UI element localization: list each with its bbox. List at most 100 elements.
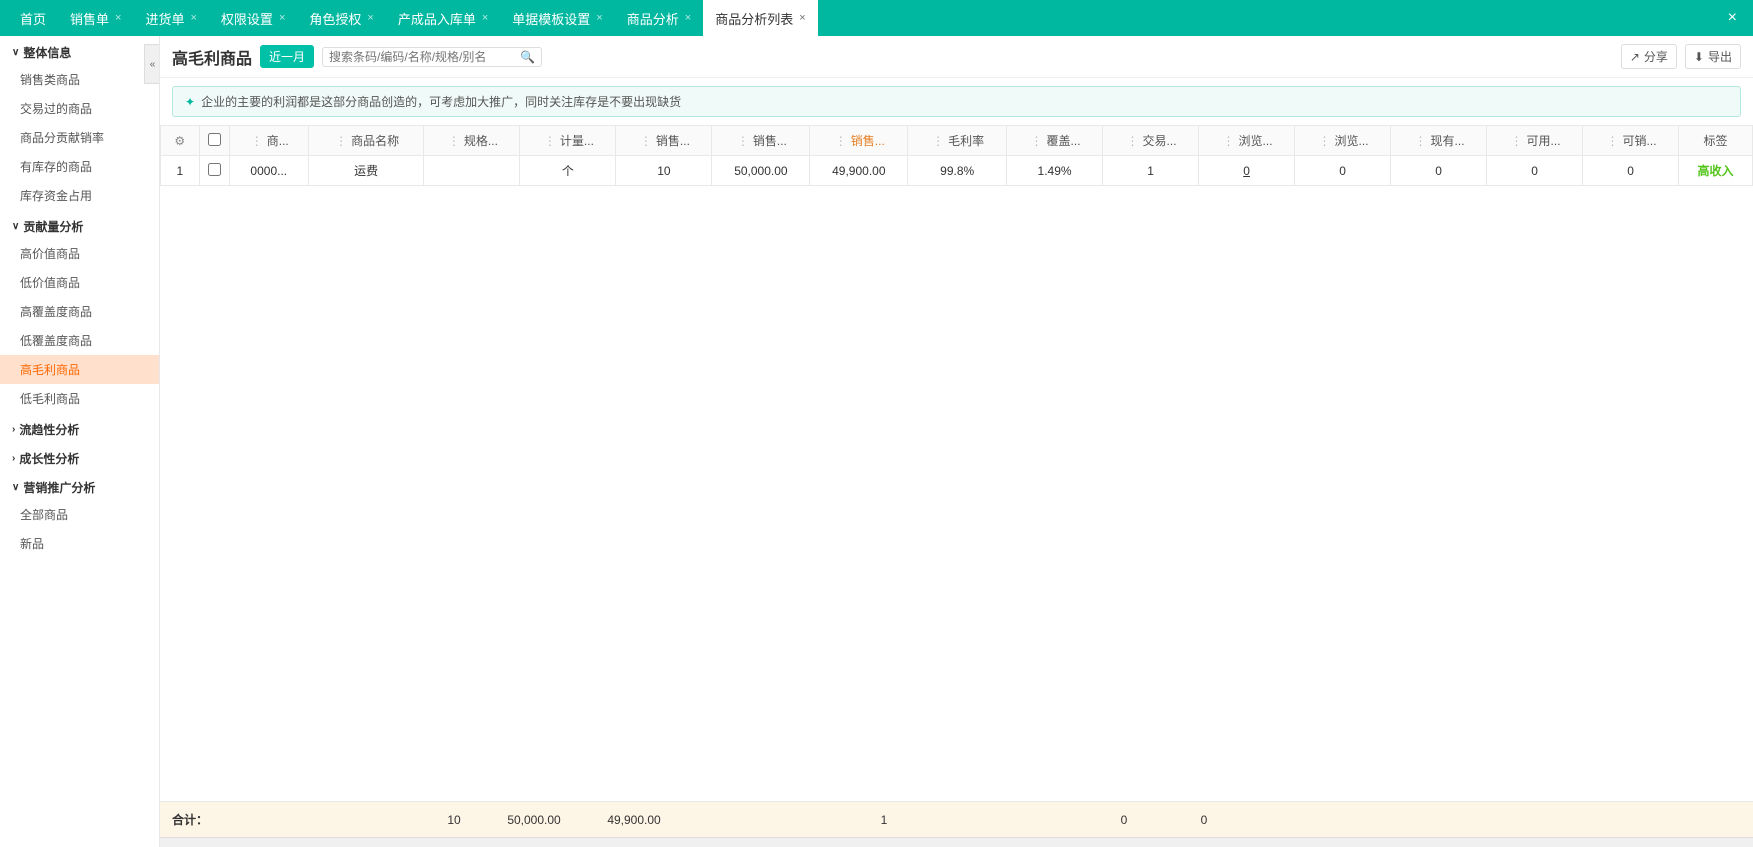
sidebar-item-high-value[interactable]: 高价值商品 bbox=[0, 239, 159, 268]
date-filter-last-month[interactable]: 近一月 bbox=[260, 45, 314, 68]
col-stock2[interactable]: ⋮可用... bbox=[1487, 126, 1583, 156]
sidebar: « ∨ 整体信息 销售类商品 交易过的商品 商品分贡献销率 有库存的商品 库存资… bbox=[0, 36, 160, 847]
col-code[interactable]: ⋮商... bbox=[229, 126, 308, 156]
sidebar-item-high-coverage[interactable]: 高覆盖度商品 bbox=[0, 297, 159, 326]
cell-name: 运费 bbox=[308, 156, 423, 186]
nav-sales-close[interactable]: × bbox=[115, 12, 121, 24]
sidebar-item-traded-goods[interactable]: 交易过的商品 bbox=[0, 94, 159, 123]
footer-cell-view2 bbox=[1004, 813, 1084, 827]
cell-unit: 个 bbox=[520, 156, 616, 186]
footer-cell-sales-qty bbox=[224, 813, 424, 827]
col-stock1[interactable]: ⋮现有... bbox=[1391, 126, 1487, 156]
nav-permissions[interactable]: 权限设置 × bbox=[209, 0, 297, 36]
cell-view1[interactable]: 0 bbox=[1199, 156, 1295, 186]
top-nav: 首页 销售单 × 进货单 × 权限设置 × 角色授权 × 产成品入库单 × 单据… bbox=[0, 0, 1753, 36]
nav-purchase-close[interactable]: × bbox=[190, 12, 196, 24]
sidebar-group-trend[interactable]: › 流趋性分析 bbox=[0, 413, 159, 442]
sidebar-item-sales-goods[interactable]: 销售类商品 bbox=[0, 65, 159, 94]
footer-cell-stock2-val: 0 bbox=[1164, 813, 1244, 827]
nav-goods-analysis-list-close[interactable]: × bbox=[799, 12, 805, 24]
sidebar-item-all-goods[interactable]: 全部商品 bbox=[0, 500, 159, 529]
search-icon[interactable]: 🔍 bbox=[520, 50, 535, 64]
view1-link[interactable]: 0 bbox=[1243, 164, 1250, 178]
info-banner: ✦ 企业的主要的利润都是这部分商品创造的，可考虑加大推广，同时关注库存是不要出现… bbox=[172, 86, 1741, 117]
nav-template-close[interactable]: × bbox=[596, 12, 602, 24]
search-wrap: 🔍 bbox=[322, 47, 542, 67]
footer-cell-coverage bbox=[764, 813, 844, 827]
col-transaction[interactable]: ⋮交易... bbox=[1103, 126, 1199, 156]
nav-sales[interactable]: 销售单 × bbox=[58, 0, 133, 36]
arrow-down-icon-3: ∨ bbox=[12, 482, 19, 493]
sidebar-item-high-margin[interactable]: 高毛利商品 bbox=[0, 355, 159, 384]
footer-cells: 10 50,000.00 49,900.00 1 0 0 bbox=[224, 813, 1244, 827]
col-tag[interactable]: 标签 bbox=[1679, 126, 1753, 156]
sidebar-group-marketing[interactable]: ∨ 营销推广分析 bbox=[0, 471, 159, 500]
sidebar-group-overall[interactable]: ∨ 整体信息 bbox=[0, 36, 159, 65]
horizontal-scrollbar[interactable] bbox=[160, 837, 1753, 847]
col-checkbox[interactable] bbox=[199, 126, 229, 156]
cell-checkbox[interactable] bbox=[199, 156, 229, 186]
sidebar-item-new-goods[interactable]: 新品 bbox=[0, 529, 159, 558]
select-all-checkbox[interactable] bbox=[208, 133, 221, 146]
search-input[interactable] bbox=[329, 50, 520, 64]
table-row: 1 0000... 运费 个 10 50,000.00 49,900.00 99… bbox=[161, 156, 1753, 186]
nav-product-in[interactable]: 产成品入库单 × bbox=[386, 0, 500, 36]
cell-sales-qty: 10 bbox=[616, 156, 712, 186]
col-sales-qty[interactable]: ⋮销售... bbox=[616, 126, 712, 156]
nav-goods-analysis-close[interactable]: × bbox=[685, 12, 691, 24]
sidebar-group-contribution[interactable]: ∨ 贡献量分析 bbox=[0, 210, 159, 239]
export-button[interactable]: ⬇ 导出 bbox=[1685, 44, 1741, 69]
col-view1[interactable]: ⋮浏览... bbox=[1199, 126, 1295, 156]
footer-cell-amt-val: 50,000.00 bbox=[484, 813, 584, 827]
footer-cell-view bbox=[924, 813, 1004, 827]
info-icon: ✦ bbox=[185, 95, 195, 109]
content-area: 高毛利商品 近一月 🔍 ↗ 分享 ⬇ 导出 ✦ 企业的主要的利润都是这部分商品创… bbox=[160, 36, 1753, 847]
col-sales-amt[interactable]: ⋮销售... bbox=[712, 126, 810, 156]
cell-spec bbox=[424, 156, 520, 186]
col-spec[interactable]: ⋮规格... bbox=[424, 126, 520, 156]
row-checkbox[interactable] bbox=[208, 163, 221, 176]
col-gear[interactable]: ⚙ bbox=[161, 126, 200, 156]
nav-roles-close[interactable]: × bbox=[367, 12, 373, 24]
nav-goods-analysis-list[interactable]: 商品分析列表 × bbox=[703, 0, 817, 36]
nav-purchase[interactable]: 进货单 × bbox=[133, 0, 208, 36]
column-settings-icon[interactable]: ⚙ bbox=[174, 134, 185, 148]
cell-stock2: 0 bbox=[1487, 156, 1583, 186]
sidebar-item-low-margin[interactable]: 低毛利商品 bbox=[0, 384, 159, 413]
footer-label: 合计： bbox=[172, 811, 208, 828]
cell-transaction: 1 bbox=[1103, 156, 1199, 186]
share-button[interactable]: ↗ 分享 bbox=[1621, 44, 1677, 69]
cell-sales-cost: 49,900.00 bbox=[810, 156, 908, 186]
cell-view2: 0 bbox=[1295, 156, 1391, 186]
col-sales-cost[interactable]: ⋮销售... bbox=[810, 126, 908, 156]
col-view2[interactable]: ⋮浏览... bbox=[1295, 126, 1391, 156]
nav-roles[interactable]: 角色授权 × bbox=[297, 0, 385, 36]
nav-home[interactable]: 首页 bbox=[8, 0, 58, 36]
nav-template[interactable]: 单据模板设置 × bbox=[500, 0, 614, 36]
nav-permissions-close[interactable]: × bbox=[279, 12, 285, 24]
col-coverage[interactable]: ⋮覆盖... bbox=[1007, 126, 1103, 156]
content-header: 高毛利商品 近一月 🔍 ↗ 分享 ⬇ 导出 bbox=[160, 36, 1753, 78]
sidebar-item-contribution-rate[interactable]: 商品分贡献销率 bbox=[0, 123, 159, 152]
close-all-button[interactable]: × bbox=[1720, 9, 1745, 27]
sidebar-collapse-button[interactable]: « bbox=[144, 44, 160, 84]
sidebar-group-growth[interactable]: › 成长性分析 bbox=[0, 442, 159, 471]
sidebar-item-low-value[interactable]: 低价值商品 bbox=[0, 268, 159, 297]
cell-coverage: 1.49% bbox=[1007, 156, 1103, 186]
arrow-right-icon-2: › bbox=[12, 453, 15, 464]
nav-goods-analysis[interactable]: 商品分析 × bbox=[615, 0, 703, 36]
cell-sales-amt: 50,000.00 bbox=[712, 156, 810, 186]
col-stock3[interactable]: ⋮可销... bbox=[1583, 126, 1679, 156]
share-icon: ↗ bbox=[1630, 50, 1640, 64]
sidebar-item-in-stock[interactable]: 有库存的商品 bbox=[0, 152, 159, 181]
sidebar-item-stock-capital[interactable]: 库存资金占用 bbox=[0, 181, 159, 210]
data-table: ⚙ ⋮商... ⋮商品名称 ⋮规格... bbox=[160, 125, 1753, 186]
col-name[interactable]: ⋮商品名称 bbox=[308, 126, 423, 156]
arrow-down-icon: ∨ bbox=[12, 47, 19, 58]
nav-product-in-close[interactable]: × bbox=[482, 12, 488, 24]
col-gross-rate[interactable]: ⋮毛利率 bbox=[908, 126, 1007, 156]
footer-cell-transaction-val: 1 bbox=[844, 813, 924, 827]
sidebar-item-low-coverage[interactable]: 低覆盖度商品 bbox=[0, 326, 159, 355]
main-layout: « ∨ 整体信息 销售类商品 交易过的商品 商品分贡献销率 有库存的商品 库存资… bbox=[0, 36, 1753, 847]
col-unit[interactable]: ⋮计量... bbox=[520, 126, 616, 156]
